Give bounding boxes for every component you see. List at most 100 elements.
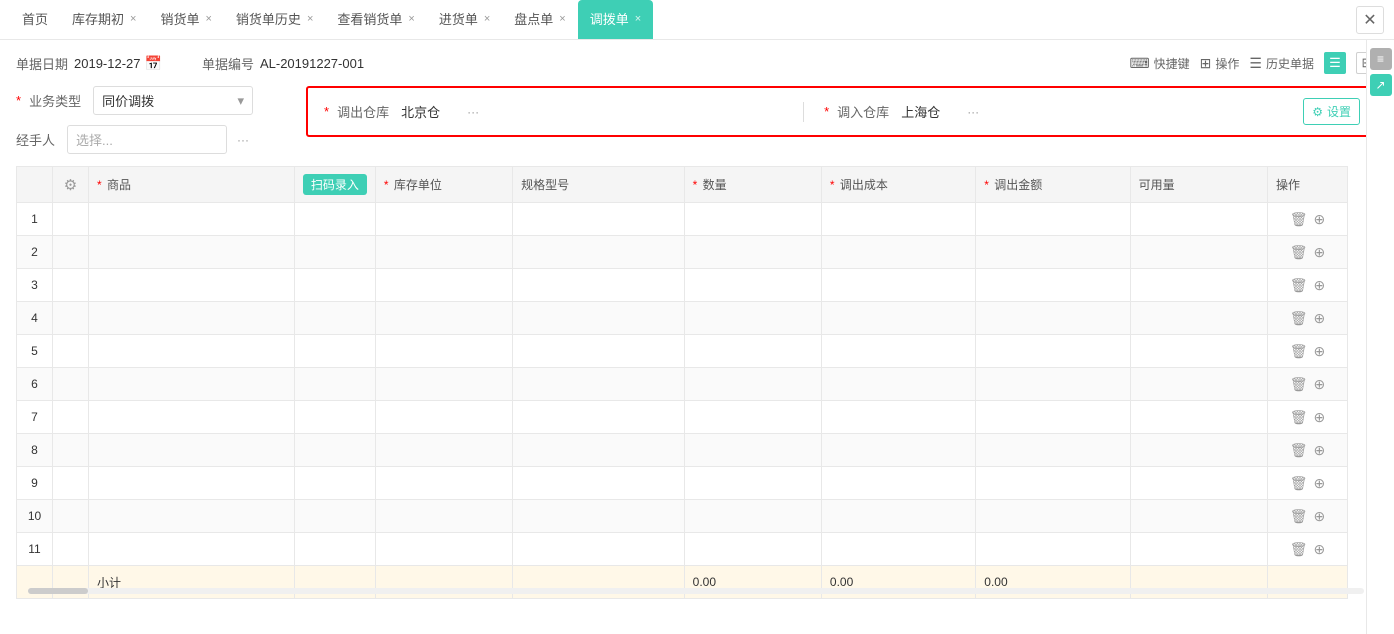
row-spec[interactable] <box>513 302 685 335</box>
tab-sales-history[interactable]: 销货单历史 × <box>224 0 325 39</box>
copy-icon[interactable]: ⊕ <box>1314 541 1326 558</box>
row-unit[interactable] <box>375 467 512 500</box>
delete-icon[interactable]: 🗑 <box>1290 409 1308 426</box>
row-cost[interactable] <box>821 401 975 434</box>
row-spec[interactable] <box>513 203 685 236</box>
row-cost[interactable] <box>821 368 975 401</box>
business-type-select[interactable]: 同价调拨 ▾ <box>93 86 253 115</box>
copy-icon[interactable]: ⊕ <box>1314 409 1326 426</box>
row-qty[interactable] <box>684 302 821 335</box>
tab-transfer-order-close[interactable]: × <box>635 13 641 25</box>
row-product[interactable] <box>89 500 295 533</box>
row-cost[interactable] <box>821 236 975 269</box>
row-qty[interactable] <box>684 533 821 566</box>
row-spec[interactable] <box>513 335 685 368</box>
row-unit[interactable] <box>375 203 512 236</box>
tab-sales-order[interactable]: 销货单 × <box>148 0 223 39</box>
delete-icon[interactable]: 🗑 <box>1290 244 1308 261</box>
row-qty[interactable] <box>684 467 821 500</box>
row-qty[interactable] <box>684 500 821 533</box>
row-qty[interactable] <box>684 203 821 236</box>
tab-inventory-init-close[interactable]: × <box>130 13 136 25</box>
row-cost[interactable] <box>821 434 975 467</box>
row-qty[interactable] <box>684 269 821 302</box>
row-unit[interactable] <box>375 302 512 335</box>
row-amount[interactable] <box>976 335 1130 368</box>
tab-inventory-check[interactable]: 盘点单 × <box>502 0 577 39</box>
row-unit[interactable] <box>375 335 512 368</box>
copy-icon[interactable]: ⊕ <box>1314 211 1326 228</box>
copy-icon[interactable]: ⊕ <box>1314 475 1326 492</box>
row-product[interactable] <box>89 335 295 368</box>
calendar-icon[interactable]: 📅 <box>145 55 162 72</box>
tab-view-sales-close[interactable]: × <box>408 13 414 25</box>
row-cost[interactable] <box>821 269 975 302</box>
row-spec[interactable] <box>513 236 685 269</box>
delete-icon[interactable]: 🗑 <box>1290 541 1308 558</box>
row-cost[interactable] <box>821 203 975 236</box>
copy-icon[interactable]: ⊕ <box>1314 508 1326 525</box>
row-amount[interactable] <box>976 203 1130 236</box>
delete-icon[interactable]: 🗑 <box>1290 310 1308 327</box>
tab-view-sales[interactable]: 查看销货单 × <box>325 0 426 39</box>
row-product[interactable] <box>89 533 295 566</box>
copy-icon[interactable]: ⊕ <box>1314 244 1326 261</box>
row-qty[interactable] <box>684 434 821 467</box>
delete-icon[interactable]: 🗑 <box>1290 475 1308 492</box>
row-amount[interactable] <box>976 368 1130 401</box>
row-unit[interactable] <box>375 533 512 566</box>
row-cost[interactable] <box>821 467 975 500</box>
row-unit[interactable] <box>375 434 512 467</box>
delete-icon[interactable]: 🗑 <box>1290 508 1308 525</box>
row-amount[interactable] <box>976 269 1130 302</box>
row-qty[interactable] <box>684 368 821 401</box>
row-spec[interactable] <box>513 434 685 467</box>
row-unit[interactable] <box>375 269 512 302</box>
operations-button[interactable]: ⊞ 操作 <box>1200 55 1240 72</box>
row-amount[interactable] <box>976 401 1130 434</box>
copy-icon[interactable]: ⊕ <box>1314 277 1326 294</box>
row-cost[interactable] <box>821 533 975 566</box>
tab-transfer-order[interactable]: 调拨单 × <box>578 0 653 39</box>
row-amount[interactable] <box>976 467 1130 500</box>
row-cost[interactable] <box>821 302 975 335</box>
delete-icon[interactable]: 🗑 <box>1290 376 1308 393</box>
handler-more-icon[interactable]: ··· <box>237 133 249 147</box>
row-product[interactable] <box>89 434 295 467</box>
copy-icon[interactable]: ⊕ <box>1314 310 1326 327</box>
tab-inventory-init[interactable]: 库存期初 × <box>60 0 148 39</box>
row-amount[interactable] <box>976 302 1130 335</box>
row-spec[interactable] <box>513 401 685 434</box>
row-cost[interactable] <box>821 500 975 533</box>
handler-input[interactable]: 选择... <box>67 125 227 154</box>
tab-home[interactable]: 首页 <box>10 0 60 39</box>
row-product[interactable] <box>89 203 295 236</box>
scrollbar-thumb[interactable] <box>28 588 88 594</box>
row-amount[interactable] <box>976 236 1130 269</box>
delete-icon[interactable]: 🗑 <box>1290 211 1308 228</box>
row-product[interactable] <box>89 467 295 500</box>
row-spec[interactable] <box>513 467 685 500</box>
th-settings[interactable]: ⚙ <box>53 167 89 203</box>
row-product[interactable] <box>89 302 295 335</box>
row-amount[interactable] <box>976 533 1130 566</box>
row-unit[interactable] <box>375 500 512 533</box>
row-unit[interactable] <box>375 368 512 401</box>
row-qty[interactable] <box>684 335 821 368</box>
row-spec[interactable] <box>513 500 685 533</box>
row-amount[interactable] <box>976 434 1130 467</box>
row-spec[interactable] <box>513 368 685 401</box>
copy-icon[interactable]: ⊕ <box>1314 343 1326 360</box>
delete-icon[interactable]: 🗑 <box>1290 277 1308 294</box>
table-settings-icon[interactable]: ⚙ <box>61 176 80 194</box>
warehouse-out-more-icon[interactable]: ··· <box>467 105 479 119</box>
row-product[interactable] <box>89 236 295 269</box>
layout-list-button[interactable]: ☰ <box>1324 52 1346 74</box>
tab-bar-close-button[interactable]: ✕ <box>1356 6 1384 34</box>
delete-icon[interactable]: 🗑 <box>1290 442 1308 459</box>
row-cost[interactable] <box>821 335 975 368</box>
scan-button[interactable]: 扫码录入 <box>303 174 367 195</box>
row-spec[interactable] <box>513 269 685 302</box>
row-unit[interactable] <box>375 236 512 269</box>
settings-button[interactable]: ⚙ 设置 <box>1303 98 1360 125</box>
